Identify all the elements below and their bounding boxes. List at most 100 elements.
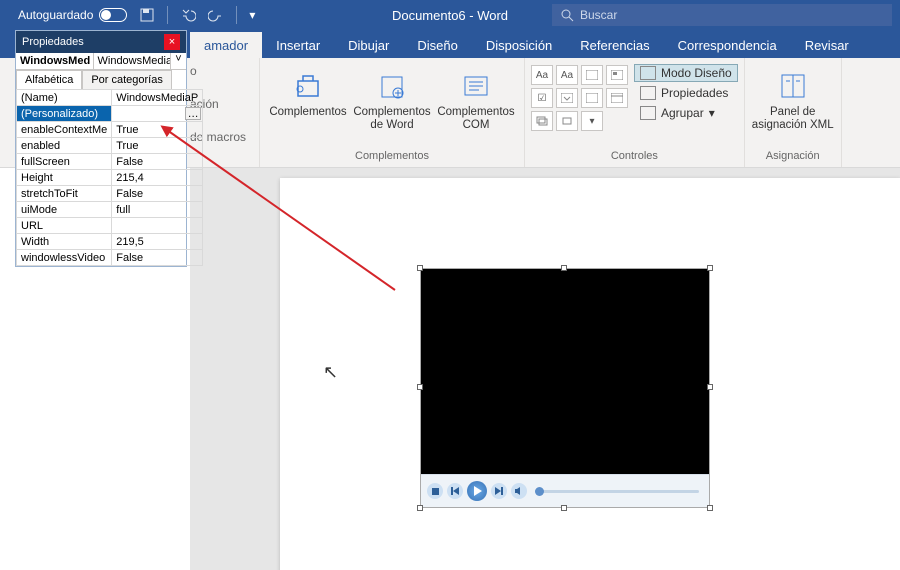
save-icon[interactable] bbox=[139, 7, 155, 23]
resize-handle[interactable] bbox=[707, 505, 713, 511]
media-controls bbox=[421, 474, 709, 507]
property-row[interactable]: enableContextMeTrue bbox=[17, 122, 203, 138]
group-controls: Aa Aa ☑ ▾ Modo Diseño bbox=[525, 58, 745, 167]
tab-categorized[interactable]: Por categorías bbox=[82, 70, 172, 89]
word-addins-button[interactable]: Complementos de Word bbox=[350, 62, 434, 132]
tab-alphabetic[interactable]: Alfabética bbox=[16, 70, 82, 89]
title-bar: Autoguardado ▾ Documento6 - Word Buscar bbox=[0, 0, 900, 30]
autosave-label: Autoguardado bbox=[18, 8, 93, 22]
addins-group-label: Complementos bbox=[355, 148, 429, 165]
autosave-toggle[interactable] bbox=[99, 8, 127, 22]
control-rich-text[interactable]: Aa bbox=[531, 65, 553, 85]
control-combobox[interactable] bbox=[556, 88, 578, 108]
property-name: uiMode bbox=[17, 202, 112, 218]
property-name: fullScreen bbox=[17, 154, 112, 170]
tab-draw[interactable]: Dibujar bbox=[334, 32, 403, 58]
resize-handle[interactable] bbox=[707, 265, 713, 271]
tab-references[interactable]: Referencias bbox=[566, 32, 663, 58]
prev-icon[interactable] bbox=[447, 483, 463, 499]
control-picture[interactable] bbox=[581, 65, 603, 85]
property-name: URL bbox=[17, 218, 112, 234]
property-row[interactable]: Width219,5 bbox=[17, 234, 203, 250]
group-button[interactable]: Agrupar ▾ bbox=[634, 104, 738, 122]
property-value[interactable]: True bbox=[112, 138, 203, 154]
property-value[interactable] bbox=[112, 218, 203, 234]
properties-title-bar[interactable]: Propiedades × bbox=[16, 31, 186, 53]
object-selector[interactable]: WindowsMed WindowsMedia ˅ bbox=[16, 53, 186, 70]
property-row[interactable]: stretchToFitFalse bbox=[17, 186, 203, 202]
property-name: Height bbox=[17, 170, 112, 186]
tab-developer[interactable]: amador bbox=[190, 32, 262, 58]
xml-group-label: Asignación bbox=[766, 148, 820, 165]
seek-slider[interactable] bbox=[535, 490, 699, 493]
quick-access-toolbar: ▾ bbox=[139, 6, 255, 24]
property-value[interactable]: True bbox=[112, 122, 203, 138]
property-row[interactable]: URL bbox=[17, 218, 203, 234]
media-player-object[interactable] bbox=[420, 268, 710, 508]
xml-panel-button[interactable]: Panel de asignación XML bbox=[751, 62, 835, 132]
mute-icon[interactable] bbox=[511, 483, 527, 499]
video-surface bbox=[421, 269, 709, 474]
design-mode-button[interactable]: Modo Diseño bbox=[634, 64, 738, 82]
cursor-icon: ↖ bbox=[323, 362, 338, 383]
property-value[interactable]: … bbox=[112, 106, 203, 122]
group-addins: Complementos Complementos de Word Comple… bbox=[260, 58, 525, 167]
property-row[interactable]: Height215,4 bbox=[17, 170, 203, 186]
property-value[interactable]: False bbox=[112, 250, 203, 266]
property-row[interactable]: enabledTrue bbox=[17, 138, 203, 154]
chevron-down-icon[interactable]: ˅ bbox=[170, 53, 186, 69]
controls-group-label: Controles bbox=[611, 148, 658, 165]
next-icon[interactable] bbox=[491, 483, 507, 499]
property-value[interactable]: 215,4 bbox=[112, 170, 203, 186]
property-value[interactable]: False bbox=[112, 186, 203, 202]
play-icon[interactable] bbox=[467, 481, 487, 501]
property-value[interactable]: 219,5 bbox=[112, 234, 203, 250]
control-plain-text[interactable]: Aa bbox=[556, 65, 578, 85]
group-icon bbox=[640, 106, 656, 120]
control-properties-button[interactable]: Propiedades bbox=[634, 84, 738, 102]
close-icon[interactable]: × bbox=[164, 34, 180, 50]
stop-icon[interactable] bbox=[427, 483, 443, 499]
qat-dropdown-icon[interactable]: ▾ bbox=[249, 8, 255, 22]
search-box[interactable]: Buscar bbox=[552, 4, 892, 26]
resize-handle[interactable] bbox=[417, 505, 423, 511]
resize-handle[interactable] bbox=[561, 265, 567, 271]
property-value[interactable]: full bbox=[112, 202, 203, 218]
property-name: enabled bbox=[17, 138, 112, 154]
tab-review[interactable]: Revisar bbox=[791, 32, 863, 58]
undo-icon[interactable] bbox=[180, 7, 196, 23]
control-more[interactable]: ▾ bbox=[581, 111, 603, 131]
tab-layout[interactable]: Disposición bbox=[472, 32, 566, 58]
ellipsis-button[interactable]: … bbox=[185, 107, 201, 120]
tab-design[interactable]: Diseño bbox=[403, 32, 471, 58]
document-area[interactable] bbox=[190, 168, 900, 570]
com-addins-icon bbox=[459, 69, 493, 103]
property-row[interactable]: (Name)WindowsMediaP bbox=[17, 90, 203, 106]
property-value[interactable]: False bbox=[112, 154, 203, 170]
control-repeat[interactable] bbox=[531, 111, 553, 131]
properties-grid[interactable]: (Name)WindowsMediaP(Personalizado)…enabl… bbox=[16, 89, 203, 266]
control-legacy[interactable] bbox=[556, 111, 578, 131]
property-row[interactable]: windowlessVideoFalse bbox=[17, 250, 203, 266]
redo-icon[interactable] bbox=[208, 7, 224, 23]
control-date[interactable] bbox=[606, 88, 628, 108]
controls-gallery: Aa Aa ☑ ▾ bbox=[531, 62, 634, 131]
property-row[interactable]: fullScreenFalse bbox=[17, 154, 203, 170]
resize-handle[interactable] bbox=[707, 384, 713, 390]
property-row[interactable]: (Personalizado)… bbox=[17, 106, 203, 122]
control-building-block[interactable] bbox=[606, 65, 628, 85]
tab-insert[interactable]: Insertar bbox=[262, 32, 334, 58]
com-addins-button[interactable]: Complementos COM bbox=[434, 62, 518, 132]
tab-mail[interactable]: Correspondencia bbox=[664, 32, 791, 58]
resize-handle[interactable] bbox=[417, 265, 423, 271]
resize-handle[interactable] bbox=[561, 505, 567, 511]
control-checkbox[interactable]: ☑ bbox=[531, 88, 553, 108]
property-value[interactable]: WindowsMediaP bbox=[112, 90, 203, 106]
addins-button[interactable]: Complementos bbox=[266, 62, 350, 119]
page bbox=[280, 178, 900, 570]
properties-panel[interactable]: Propiedades × WindowsMed WindowsMedia ˅ … bbox=[15, 30, 187, 267]
resize-handle[interactable] bbox=[417, 384, 423, 390]
properties-title: Propiedades bbox=[22, 36, 84, 48]
control-dropdown[interactable] bbox=[581, 88, 603, 108]
property-row[interactable]: uiModefull bbox=[17, 202, 203, 218]
